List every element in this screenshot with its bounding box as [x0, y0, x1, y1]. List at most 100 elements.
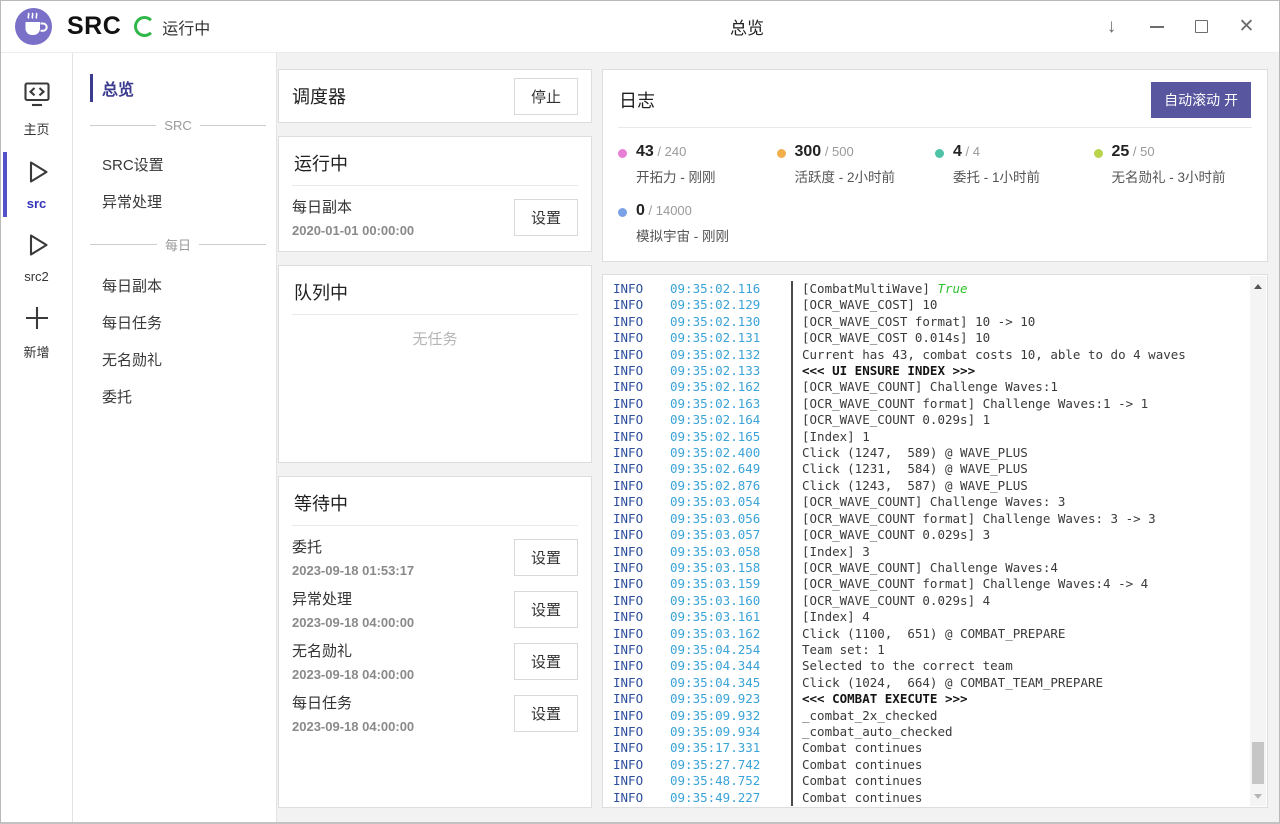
- scrollbar-thumb[interactable]: [1252, 742, 1264, 784]
- log-time: 09:35:09.934: [670, 723, 761, 739]
- sidebar-item-daily-quest[interactable]: 每日任务: [73, 304, 276, 341]
- waiting-panel: 等待中 委托 2023-09-18 01:53:17 设置 异常处理 2023-09-1…: [278, 476, 592, 808]
- log-level: INFO: [613, 707, 644, 723]
- task-time: 2023-09-18 04:00:00: [292, 615, 415, 630]
- sidebar-item-daily-dungeon[interactable]: 每日副本: [73, 267, 276, 304]
- maximize-icon[interactable]: [1179, 7, 1224, 47]
- log-level: INFO: [613, 723, 644, 739]
- page-title: 总览: [730, 19, 764, 38]
- log-level: INFO: [613, 576, 644, 592]
- autoscroll-toggle-button[interactable]: 自动滚动 开: [1151, 82, 1251, 118]
- log-line: INFO 09:35:03.159 [OCR_WAVE_COUNT format] …: [613, 576, 1243, 593]
- scrollbar-down-arrow-icon[interactable]: [1250, 788, 1266, 804]
- stat-max: / 500: [821, 144, 854, 159]
- settings-button[interactable]: 设置: [513, 590, 578, 628]
- task-row: 无名勋礼 2023-09-18 04:00:00 设置: [292, 630, 578, 682]
- log-level: INFO: [613, 527, 644, 543]
- stat-value: 0 / 14000: [636, 202, 692, 219]
- log-time: 09:35:03.057: [670, 527, 761, 543]
- scrollbar-up-arrow-icon[interactable]: [1250, 278, 1266, 294]
- log-message: [OCR_WAVE_COUNT] Challenge Waves: 3: [791, 494, 1065, 511]
- log-level: INFO: [613, 412, 644, 428]
- log-line: INFO 09:35:03.057 [OCR_WAVE_COUNT 0.029s] …: [613, 527, 1243, 544]
- close-icon[interactable]: ✕: [1224, 7, 1269, 47]
- monitor-code-icon: [22, 80, 52, 115]
- rail-item-src2[interactable]: src2: [1, 221, 72, 294]
- sidebar: 总览 SRC SRC设置 异常处理 每日 每日副本 每日任务 无名勋礼 委托: [73, 53, 277, 822]
- stat-label: 委托 - 1小时前: [953, 170, 1041, 185]
- queue-empty-text: 无任务: [412, 331, 458, 348]
- settings-button[interactable]: 设置: [513, 642, 578, 680]
- task-time: 2023-09-18 04:00:00: [292, 719, 415, 734]
- stat-dot-icon: [618, 208, 627, 217]
- log-line: INFO 09:35:04.344 Selected to the correct …: [613, 658, 1243, 675]
- log-level: INFO: [613, 658, 644, 674]
- log-time: 09:35:02.116: [670, 281, 761, 296]
- nav-rail: 主页 src src2 新增: [1, 53, 73, 822]
- log-level: INFO: [613, 395, 644, 411]
- log-time: 09:35:09.923: [670, 691, 761, 707]
- log-time: 09:35:03.058: [670, 543, 761, 559]
- play-icon: [22, 230, 52, 265]
- log-level: INFO: [613, 756, 644, 772]
- sidebar-group-src: SRC: [90, 118, 266, 133]
- stat-label: 模拟宇宙 - 刚刚: [636, 229, 729, 244]
- log-time: 09:35:02.130: [670, 313, 761, 329]
- scroll-down-icon[interactable]: ↓: [1089, 7, 1134, 47]
- log-message: Combat continues: [791, 756, 922, 774]
- rail-item-home[interactable]: 主页: [1, 71, 72, 148]
- log-level: INFO: [613, 789, 644, 805]
- rail-item-src[interactable]: src: [1, 148, 72, 221]
- task-row: 每日副本 2020-01-01 00:00:00 设置: [292, 186, 578, 238]
- sidebar-item-assignment[interactable]: 委托: [73, 378, 276, 415]
- sidebar-item-overview[interactable]: 总览: [73, 73, 276, 103]
- log-level: INFO: [613, 313, 644, 329]
- log-level: INFO: [613, 592, 644, 608]
- sidebar-item-exception-handling[interactable]: 异常处理: [73, 183, 276, 220]
- stat-max: / 4: [961, 144, 980, 159]
- log-level: INFO: [613, 428, 644, 444]
- log-line: INFO 09:35:09.923 <<< COMBAT EXECUTE >>>: [613, 691, 1243, 708]
- log-level: INFO: [613, 297, 644, 313]
- running-panel: 运行中 每日副本 2020-01-01 00:00:00 设置: [278, 136, 592, 252]
- log-message: [OCR_WAVE_COUNT 0.029s] 4: [791, 592, 990, 610]
- log-time: 09:35:04.344: [670, 658, 761, 674]
- log-line: INFO 09:35:03.054 [OCR_WAVE_COUNT] Challen…: [613, 494, 1243, 511]
- main-content: 调度器 停止 运行中 每日副本 2020-01-01 00:00:00 设置 队…: [277, 53, 1279, 822]
- log-level: INFO: [613, 494, 644, 510]
- log-line: INFO 09:35:02.876 Click (1243, 587) @ WAVE…: [613, 477, 1243, 495]
- rail-item-add[interactable]: 新增: [1, 294, 72, 371]
- log-message: Combat continues: [791, 740, 922, 757]
- settings-button[interactable]: 设置: [513, 198, 578, 236]
- scheduler-title: 调度器: [292, 87, 346, 107]
- minimize-icon[interactable]: [1134, 7, 1179, 47]
- log-level: INFO: [613, 740, 644, 756]
- log-message: Combat continues: [791, 773, 922, 790]
- sidebar-item-nameless-honor[interactable]: 无名勋礼: [73, 341, 276, 378]
- log-line: INFO 09:35:17.331 Combat continues: [613, 740, 1243, 757]
- log-line: INFO 09:35:02.162 [OCR_WAVE_COUNT] Challen…: [613, 379, 1243, 396]
- settings-button[interactable]: 设置: [513, 538, 578, 576]
- log-level: INFO: [613, 510, 644, 526]
- sidebar-item-src-settings[interactable]: SRC设置: [73, 146, 276, 183]
- app-window: SRC 运行中 总览 ↓ ✕ 主页 src src2 新增 总览 SRC SRC…: [0, 0, 1280, 824]
- log-time: 09:35:02.649: [670, 461, 761, 477]
- running-title: 运行中: [292, 148, 578, 186]
- stat-max: / 14000: [644, 203, 692, 218]
- log-level: INFO: [613, 559, 644, 575]
- log-lines: INFO 09:35:02.116 [CombatMultiWave] True IN…: [613, 281, 1243, 806]
- log-line: INFO 09:35:02.129 [OCR_WAVE_COST] 10: [613, 297, 1243, 314]
- log-level: INFO: [613, 691, 644, 707]
- log-line: INFO 09:35:02.116 [CombatMultiWave] True: [613, 281, 1243, 298]
- log-time: 09:35:03.056: [670, 510, 761, 526]
- log-message: <<< UI ENSURE INDEX >>>: [791, 363, 975, 380]
- rail-item-label: src2: [24, 269, 49, 284]
- log-message: _combat_auto_checked: [791, 723, 953, 741]
- log-message: Selected to the correct team: [791, 658, 1013, 675]
- log-header-panel: 日志 自动滚动 开 43 / 240 开拓力 - 刚刚 300 / 500 活跃度 -…: [602, 69, 1268, 262]
- stat-value: 25 / 50: [1111, 143, 1155, 160]
- stop-button[interactable]: 停止: [513, 77, 578, 115]
- settings-button[interactable]: 设置: [513, 694, 578, 732]
- log-level: INFO: [613, 543, 644, 559]
- log-scrollbar[interactable]: [1250, 276, 1266, 806]
